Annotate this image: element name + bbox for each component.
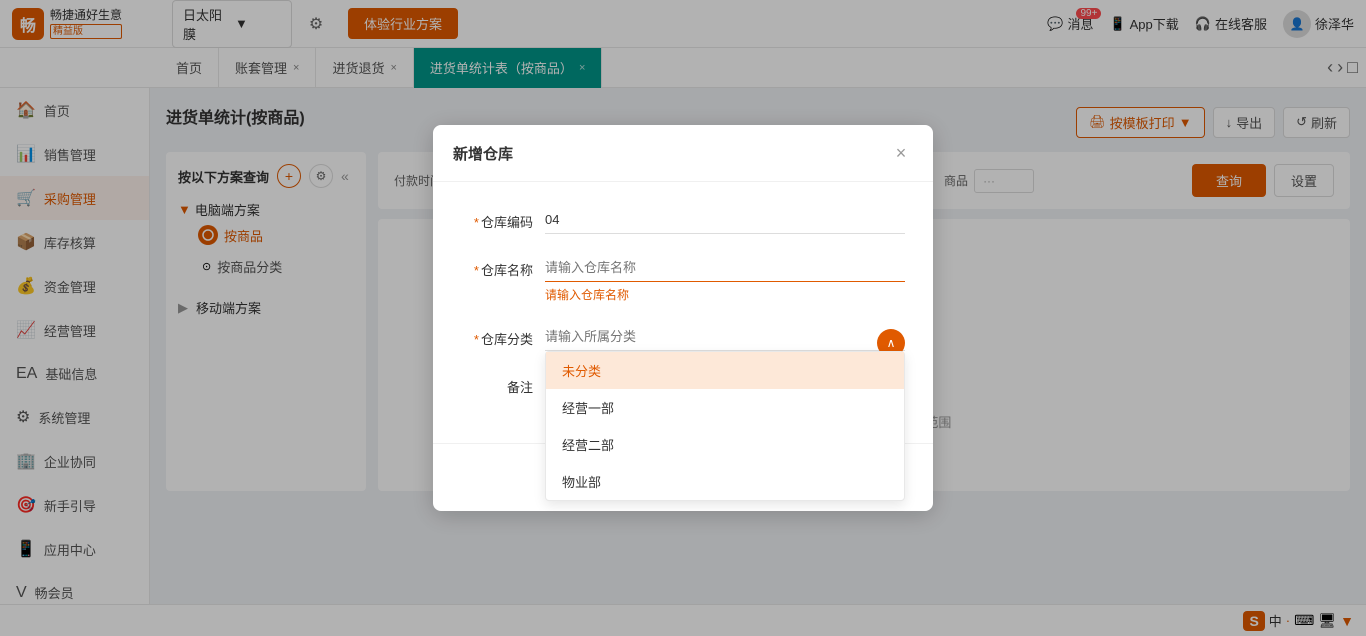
modal-body: 仓库编码 仓库名称 请输入仓库名称 仓库分类 ∧ 未分类 经营一部 <box>433 182 933 443</box>
category-input-wrap: ∧ 未分类 经营一部 经营二部 物业部 <box>545 323 905 351</box>
code-label: 仓库编码 <box>461 206 533 231</box>
category-label: 仓库分类 <box>461 323 533 348</box>
name-field: 仓库名称 请输入仓库名称 <box>461 254 905 303</box>
code-input-wrap <box>545 206 905 234</box>
dropdown-item-uncategorized[interactable]: 未分类 <box>546 352 904 389</box>
add-warehouse-modal: 新增仓库 × 仓库编码 仓库名称 请输入仓库名称 仓库分类 ∧ <box>433 125 933 511</box>
modal-close-button[interactable]: × <box>889 141 913 165</box>
category-input[interactable] <box>545 323 905 351</box>
name-label: 仓库名称 <box>461 254 533 279</box>
name-error-message: 请输入仓库名称 <box>545 286 905 303</box>
name-input-wrap: 请输入仓库名称 <box>545 254 905 303</box>
modal-title: 新增仓库 <box>453 143 513 164</box>
dropdown-item-dept3[interactable]: 物业部 <box>546 463 904 500</box>
modal-header: 新增仓库 × <box>433 125 933 182</box>
name-input[interactable] <box>545 254 905 282</box>
code-input[interactable] <box>545 206 905 234</box>
category-dropdown: 未分类 经营一部 经营二部 物业部 <box>545 351 905 501</box>
category-field: 仓库分类 ∧ 未分类 经营一部 经营二部 物业部 <box>461 323 905 351</box>
code-field: 仓库编码 <box>461 206 905 234</box>
note-label: 备注 <box>461 371 533 396</box>
dropdown-item-dept1[interactable]: 经营一部 <box>546 389 904 426</box>
dropdown-item-dept2[interactable]: 经营二部 <box>546 426 904 463</box>
